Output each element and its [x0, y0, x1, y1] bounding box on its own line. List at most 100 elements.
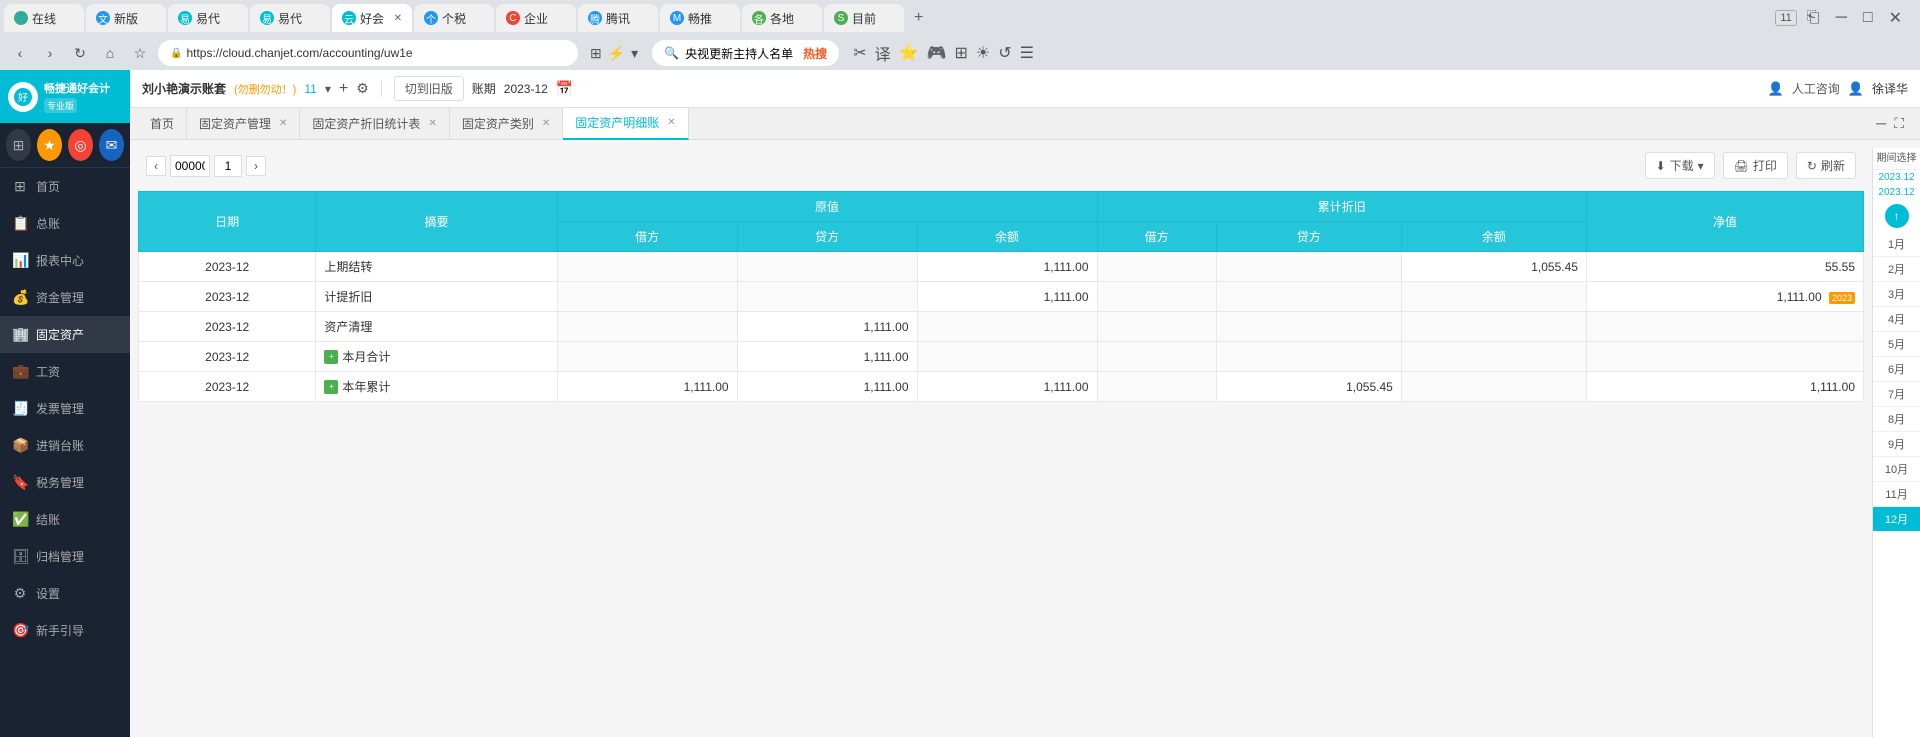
period-edit-icon[interactable]: 📅	[556, 80, 573, 97]
sidebar-item-inventory[interactable]: 📦 进销台账	[0, 427, 130, 464]
page-tab-fa-detail[interactable]: 固定资产明细账 ✕	[563, 108, 688, 140]
translate-icon[interactable]: 译	[875, 41, 891, 65]
extensions-icon[interactable]: ⊞	[590, 45, 602, 62]
row4-original-debit: 1,111.00	[557, 372, 737, 402]
period-item-8[interactable]: 8月	[1873, 407, 1920, 432]
brightness-icon[interactable]: ☀	[976, 43, 990, 63]
gamepad-icon[interactable]: 🎮	[927, 43, 947, 63]
row4-summary: + 本年累计	[316, 372, 557, 402]
help-label[interactable]: 人工咨询	[1792, 80, 1840, 97]
sidebar-item-fixed-assets[interactable]: 🏢 固定资产	[0, 316, 130, 353]
settings-gear-icon[interactable]: ⚙	[356, 80, 369, 97]
tab-bar: 🌐 在线 文 新版 易 易代 易 易代 云 好会 ✕ 个 个税 C 企业 腾	[0, 0, 1920, 36]
sidebar-item-home[interactable]: ⊞ 首页	[0, 168, 130, 205]
tax-icon: 🔖	[12, 474, 28, 491]
page-tab-home[interactable]: 首页	[138, 108, 187, 140]
browser-tab-7[interactable]: 腾 腾讯	[578, 4, 658, 32]
tab-action-close[interactable]: ✕	[1883, 6, 1908, 30]
add-account-button[interactable]: +	[339, 80, 348, 98]
lightning-icon[interactable]: ⚡	[608, 45, 625, 62]
row1-date: 2023-12	[139, 282, 316, 312]
browser-tab-9[interactable]: 各 各地	[742, 4, 822, 32]
pagination-next-button[interactable]: ›	[246, 156, 266, 176]
row1-accum-debit	[1097, 282, 1216, 312]
nav-refresh-button[interactable]: ↻	[68, 41, 92, 65]
search-box[interactable]: 🔍 央视更新主持人名单 热搜	[652, 40, 839, 66]
sidebar-item-tax[interactable]: 🔖 税务管理	[0, 464, 130, 501]
page-tab-fa-depreciation[interactable]: 固定资产折旧统计表 ✕	[300, 108, 449, 140]
period-item-10[interactable]: 10月	[1873, 457, 1920, 482]
tab-minimize-icon[interactable]: ─	[1876, 115, 1886, 132]
tab-expand-icon[interactable]: ⛶	[1894, 115, 1904, 132]
browser-tab-0[interactable]: 🌐 在线	[4, 4, 84, 32]
sidebar-item-guide[interactable]: 🎯 新手引导	[0, 612, 130, 649]
period-item-1[interactable]: 1月	[1873, 232, 1920, 257]
browser-tab-2[interactable]: 易 易代	[168, 4, 248, 32]
sidebar-item-ledger[interactable]: 📋 总账	[0, 205, 130, 242]
sidebar-extra-icon-3[interactable]: ◎	[68, 129, 93, 161]
tab-action-maximize[interactable]: □	[1857, 7, 1879, 29]
browser-tab-1[interactable]: 文 新版	[86, 4, 166, 32]
sidebar-item-settings[interactable]: ⚙ 设置	[0, 575, 130, 612]
browser-tab-3[interactable]: 易 易代	[250, 4, 330, 32]
grid-icon[interactable]: ⊞	[954, 43, 967, 63]
period-item-5[interactable]: 5月	[1873, 332, 1920, 357]
period-item-11[interactable]: 11月	[1873, 482, 1920, 507]
account-dropdown-icon[interactable]: ▾	[325, 82, 331, 96]
scissors-icon[interactable]: ✂	[853, 43, 866, 63]
period-item-3[interactable]: 3月	[1873, 282, 1920, 307]
nav-home-button[interactable]: ⌂	[98, 41, 122, 65]
period-item-7[interactable]: 7月	[1873, 382, 1920, 407]
period-item-4[interactable]: 4月	[1873, 307, 1920, 332]
period-item-6[interactable]: 6月	[1873, 357, 1920, 382]
tab-close-4[interactable]: ✕	[394, 13, 402, 24]
tab-action-minimize[interactable]: ─	[1830, 7, 1853, 29]
nav-bookmark-button[interactable]: ☆	[128, 41, 152, 65]
page-tab-fa-detail-close[interactable]: ✕	[667, 117, 675, 128]
print-button[interactable]: 🖨 打印	[1723, 152, 1788, 179]
page-tab-fa-depreciation-close[interactable]: ✕	[428, 118, 436, 129]
browser-tab-5[interactable]: 个 个税	[414, 4, 494, 32]
tab-action-11[interactable]: 11	[1775, 10, 1796, 26]
account-number-input[interactable]	[170, 155, 210, 177]
sidebar-item-payroll[interactable]: 💼 工资	[0, 353, 130, 390]
pagination-prev-button[interactable]: ‹	[146, 156, 166, 176]
dropdown-icon[interactable]: ▾	[631, 45, 638, 62]
sidebar: 好 畅捷通好会计 专业版 ⊞ ★ ◎ ✉ ⊞ 首页 📋 总账 📊 报表中心	[0, 70, 130, 737]
sidebar-extra-icon-4[interactable]: ✉	[99, 129, 124, 161]
top-bar-divider	[381, 81, 382, 97]
sidebar-item-reports[interactable]: 📊 报表中心	[0, 242, 130, 279]
period-item-12[interactable]: 12月	[1873, 507, 1920, 532]
browser-tab-4[interactable]: 云 好会 ✕	[332, 4, 412, 32]
inventory-icon: 📦	[12, 437, 28, 454]
browser-tab-8[interactable]: M 畅推	[660, 4, 740, 32]
tab-action-restore[interactable]: ⎗	[1801, 7, 1826, 29]
history-icon[interactable]: ↺	[998, 43, 1011, 63]
refresh-button[interactable]: ↻ 刷新	[1796, 152, 1856, 179]
star-icon[interactable]: ⭐	[899, 43, 919, 63]
address-input[interactable]: 🔒 https://cloud.chanjet.com/accounting/u…	[158, 40, 578, 66]
sidebar-extra-icon-1[interactable]: ⊞	[6, 129, 31, 161]
nav-back-button[interactable]: ‹	[8, 41, 32, 65]
browser-tab-10[interactable]: S 目前	[824, 4, 904, 32]
sidebar-item-archive[interactable]: 🗄 归档管理	[0, 538, 130, 575]
page-tab-fa-category[interactable]: 固定资产类别 ✕	[450, 108, 563, 140]
period-item-2[interactable]: 2月	[1873, 257, 1920, 282]
sidebar-item-closing[interactable]: ✅ 结账	[0, 501, 130, 538]
sidebar-item-invoice[interactable]: 🧾 发票管理	[0, 390, 130, 427]
page-tab-fa-category-close[interactable]: ✕	[542, 118, 550, 129]
page-tab-fa-management[interactable]: 固定资产管理 ✕	[187, 108, 300, 140]
period-item-9[interactable]: 9月	[1873, 432, 1920, 457]
page-tab-fa-management-close[interactable]: ✕	[279, 118, 287, 129]
page-number-input[interactable]	[214, 155, 242, 177]
logo-icon: 好	[8, 82, 38, 112]
browser-tab-6[interactable]: C 企业	[496, 4, 576, 32]
new-tab-button[interactable]: +	[906, 9, 931, 27]
switch-version-button[interactable]: 切到旧版	[394, 76, 464, 101]
nav-forward-button[interactable]: ›	[38, 41, 62, 65]
download-button[interactable]: ⬇ 下载 ▾	[1645, 152, 1715, 179]
sidebar-extra-icon-2[interactable]: ★	[37, 129, 62, 161]
period-up-icon[interactable]: ↑	[1885, 204, 1909, 228]
menu-icon[interactable]: ☰	[1020, 43, 1034, 63]
sidebar-item-cashflow[interactable]: 💰 资金管理	[0, 279, 130, 316]
